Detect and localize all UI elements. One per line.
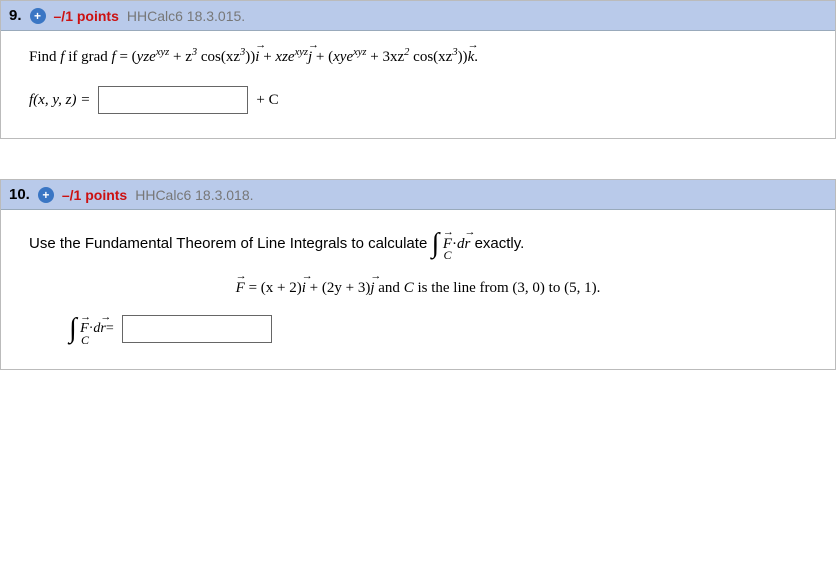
points-label: –/1 points xyxy=(54,8,119,24)
answer-line-9: f(x, y, z) = + C xyxy=(29,86,807,114)
question-number: 9. xyxy=(9,7,22,24)
question-10-prompt: Use the Fundamental Theorem of Line Inte… xyxy=(29,228,807,260)
question-9-body: Find f if grad f = (yzexyz + z3 cos(xz3)… xyxy=(1,31,835,138)
integral-lhs: ∫C →F · d→r = xyxy=(69,313,114,345)
unit-vector-i: →i xyxy=(302,280,306,297)
question-10-body: Use the Fundamental Theorem of Line Inte… xyxy=(1,210,835,369)
vector-F: →F xyxy=(236,280,245,297)
unit-vector-j: →j xyxy=(370,280,374,297)
question-9-header: 9. + –/1 points HHCalc6 18.3.015. xyxy=(1,1,835,31)
answer-line-10: ∫C →F · d→r = xyxy=(69,313,807,345)
answer-input-9[interactable] xyxy=(98,86,248,114)
vector-F: →F xyxy=(443,236,452,253)
reference-label: HHCalc6 18.3.015. xyxy=(127,8,245,24)
vector-field-definition: →F = (x + 2)→i + (2y + 3)→j and C is the… xyxy=(29,280,807,297)
question-10: 10. + –/1 points HHCalc6 18.3.018. Use t… xyxy=(0,179,836,370)
integral-icon: ∫C xyxy=(69,313,77,345)
integral-icon: ∫C xyxy=(431,228,439,260)
plus-icon[interactable]: + xyxy=(38,187,54,203)
integral-expression: ∫C →F · d→r xyxy=(431,228,470,260)
plus-icon[interactable]: + xyxy=(30,8,46,24)
unit-vector-j: →j xyxy=(308,49,312,66)
unit-vector-k: →k xyxy=(468,49,475,66)
question-10-header: 10. + –/1 points HHCalc6 18.3.018. xyxy=(1,180,835,210)
reference-label: HHCalc6 18.3.018. xyxy=(135,187,253,203)
question-9: 9. + –/1 points HHCalc6 18.3.015. Find f… xyxy=(0,0,836,139)
question-9-prompt: Find f if grad f = (yzexyz + z3 cos(xz3)… xyxy=(29,49,807,66)
answer-rhs: + C xyxy=(256,92,278,109)
question-number: 10. xyxy=(9,186,30,203)
vector-r: →r xyxy=(465,236,471,253)
unit-vector-i: →i xyxy=(255,49,259,66)
answer-input-10[interactable] xyxy=(122,315,272,343)
answer-lhs: f(x, y, z) = xyxy=(29,92,90,109)
points-label: –/1 points xyxy=(62,187,127,203)
